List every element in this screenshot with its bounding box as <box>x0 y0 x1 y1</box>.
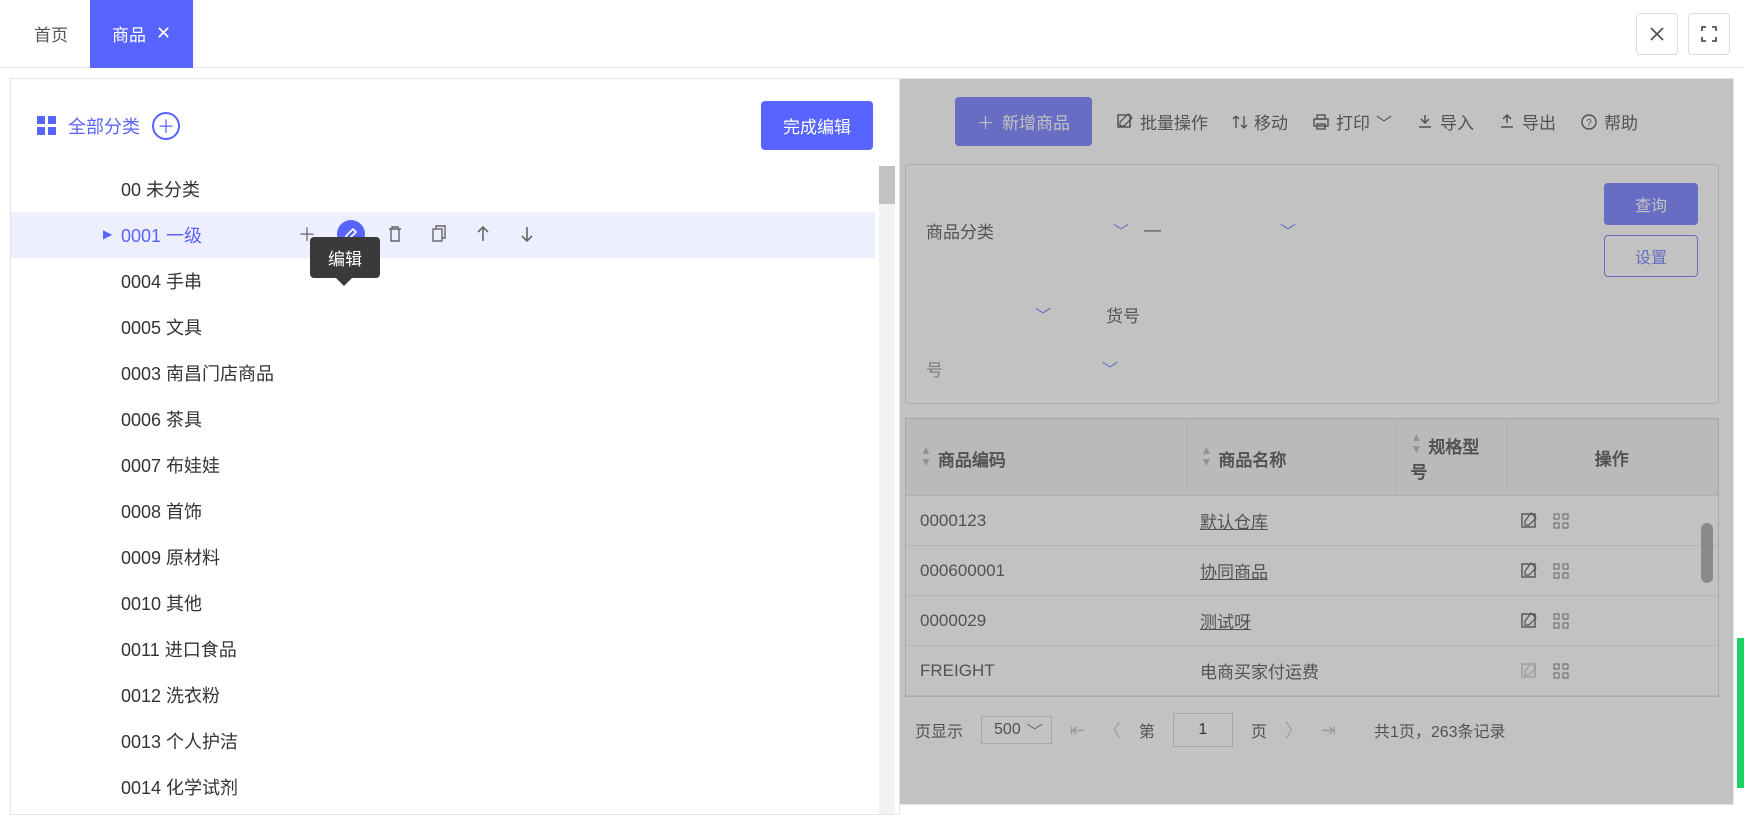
category-item[interactable]: 0007 布娃娃 <box>11 442 875 488</box>
category-item[interactable]: 0010 其他 <box>11 580 875 626</box>
expand-icon[interactable]: ▶ <box>103 227 112 241</box>
tab-product[interactable]: 商品 ✕ <box>90 0 193 68</box>
finish-edit-button[interactable]: 完成编辑 <box>761 101 873 150</box>
category-item[interactable]: 0004 手串 <box>11 258 875 304</box>
move-down-button[interactable] <box>513 220 541 248</box>
category-edit-panel: 全部分类 ＋ 完成编辑 00 未分类▶0001 一级＋0004 手串0005 文… <box>10 78 900 815</box>
category-item[interactable]: 0011 进口食品 <box>11 626 875 672</box>
category-item[interactable]: ▶0001 一级＋ <box>11 212 875 258</box>
scrollbar-thumb[interactable] <box>879 166 895 204</box>
delete-button[interactable] <box>381 220 409 248</box>
panel-title: 全部分类 ＋ <box>37 112 180 140</box>
category-item[interactable]: 0014 化学试剂 <box>11 764 875 810</box>
scrollbar-track <box>879 166 895 814</box>
close-all-icon[interactable] <box>1636 13 1678 55</box>
tabs-bar: 首页 商品 ✕ <box>0 0 1744 68</box>
category-item[interactable]: 0003 南昌门店商品 <box>11 350 875 396</box>
category-item[interactable]: 00 未分类 <box>11 166 875 212</box>
category-item[interactable]: 0009 原材料 <box>11 534 875 580</box>
tab-home[interactable]: 首页 <box>12 0 90 68</box>
copy-button[interactable] <box>425 220 453 248</box>
accent-strip <box>1737 638 1744 788</box>
workspace: ＋ 新增商品 批量操作 移动 打印 ﹀ 导入 <box>0 68 1744 815</box>
move-up-button[interactable] <box>469 220 497 248</box>
category-tree: 00 未分类▶0001 一级＋0004 手串0005 文具0003 南昌门店商品… <box>11 166 899 810</box>
add-category-button[interactable]: ＋ <box>152 112 180 140</box>
grid-icon <box>37 116 56 135</box>
tooltip: 编辑 <box>310 237 380 278</box>
category-item[interactable]: 0012 洗衣粉 <box>11 672 875 718</box>
category-item[interactable]: 0006 茶具 <box>11 396 875 442</box>
fullscreen-icon[interactable] <box>1688 13 1730 55</box>
category-item[interactable]: 0008 首饰 <box>11 488 875 534</box>
close-icon[interactable]: ✕ <box>156 23 171 44</box>
category-item[interactable]: 0005 文具 <box>11 304 875 350</box>
category-item[interactable]: 0013 个人护洁 <box>11 718 875 764</box>
